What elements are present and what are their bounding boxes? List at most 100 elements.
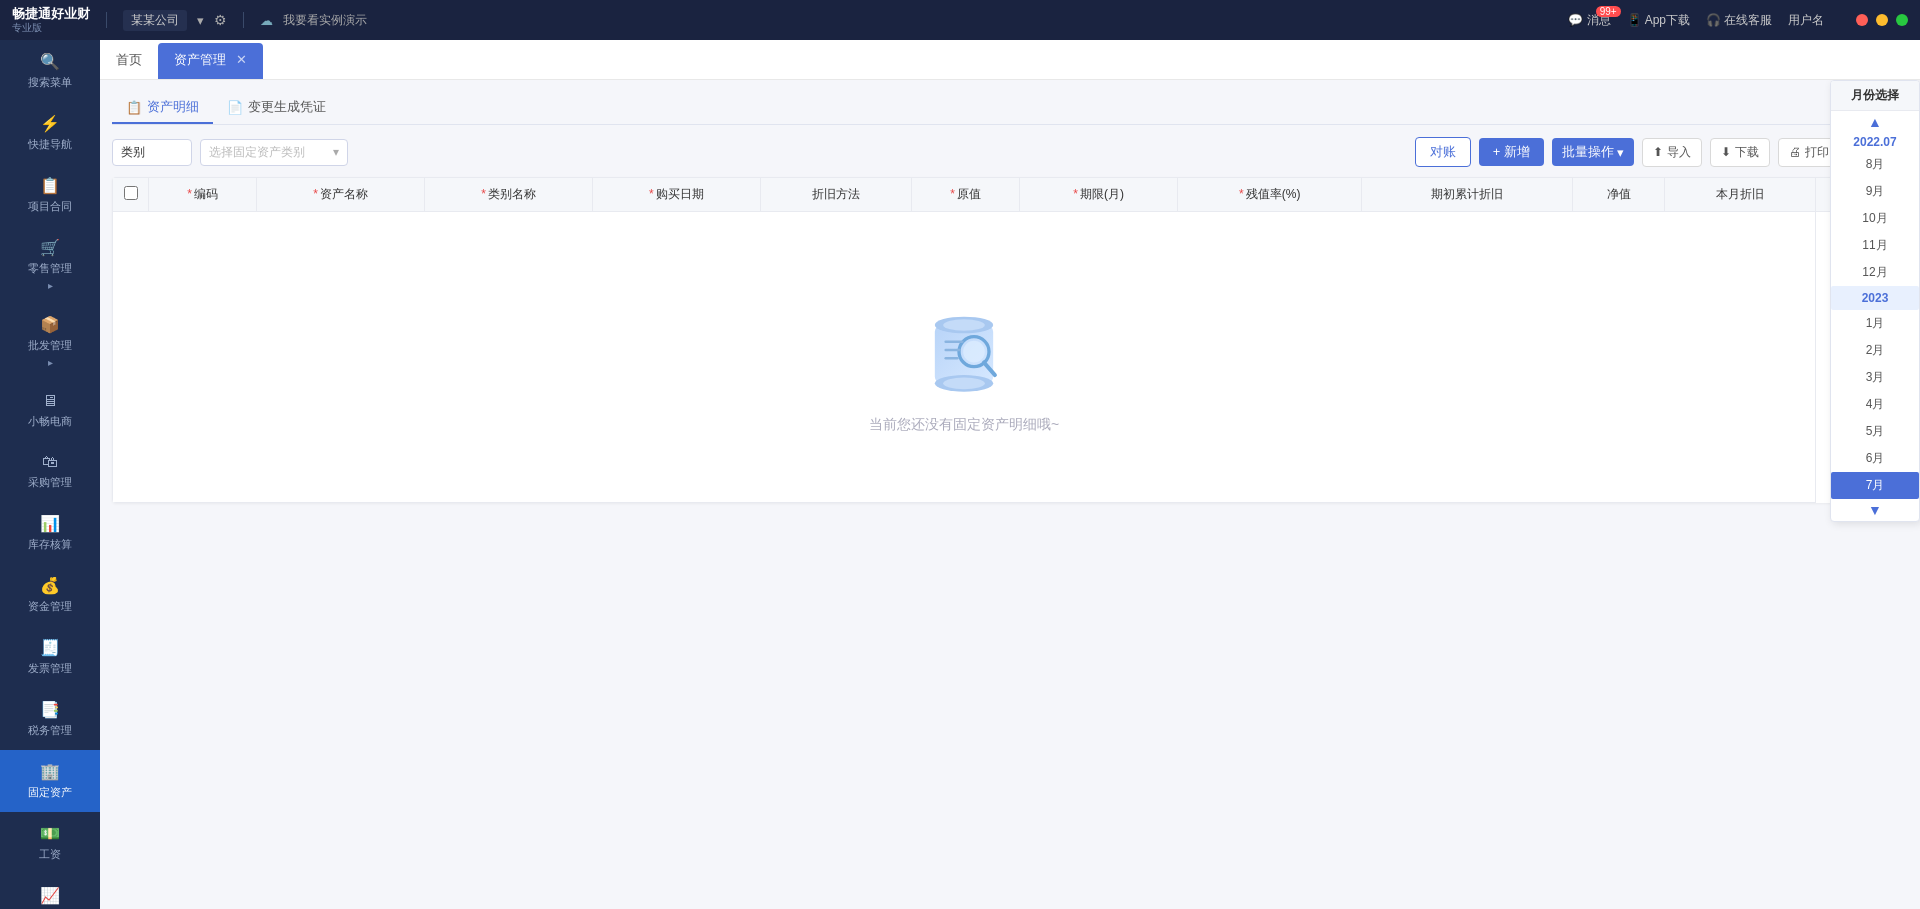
add-button[interactable]: + 新增 (1479, 138, 1544, 166)
online-service-button[interactable]: 🎧 在线客服 (1706, 12, 1772, 29)
tab-close-icon[interactable]: ✕ (236, 52, 247, 67)
subtab-asset-detail[interactable]: 📋 资产明细 (112, 92, 213, 124)
search-icon: 🔍 (40, 52, 60, 71)
month-item-mar[interactable]: 3月 (1831, 364, 1919, 391)
retail-arrow-icon: ▸ (48, 280, 53, 291)
sidebar-item-operations[interactable]: 📈 经营管理 (0, 874, 100, 909)
company-selector[interactable]: 某某公司 (123, 10, 187, 31)
svg-point-5 (943, 378, 985, 390)
month-nav-down-icon[interactable]: ▼ (1868, 502, 1882, 518)
reconcile-button[interactable]: 对账 (1415, 137, 1471, 167)
month-item-jan[interactable]: 1月 (1831, 310, 1919, 337)
sidebar-label-tax: 税务管理 (28, 723, 72, 738)
window-maximize-button[interactable] (1896, 14, 1908, 26)
col-accumulated-depreciation: 期初累计折旧 (1362, 178, 1573, 212)
wholesale-arrow-icon: ▸ (48, 357, 53, 368)
message-button[interactable]: 💬 消息 99+ (1568, 12, 1611, 29)
select-all-checkbox[interactable] (124, 186, 138, 200)
col-residual-rate: *残值率(%) (1178, 178, 1362, 212)
table-header-checkbox (113, 178, 149, 212)
sidebar-item-quicknav[interactable]: ⚡ 快捷导航 (0, 102, 100, 164)
col-purchase-date: *购买日期 (592, 178, 760, 212)
operations-icon: 📈 (40, 886, 60, 905)
tab-bar: 首页 资产管理 ✕ (100, 40, 1920, 80)
sidebar-item-finance[interactable]: 💰 资金管理 (0, 564, 100, 626)
window-close-button[interactable] (1856, 14, 1868, 26)
sidebar-item-wholesale[interactable]: 📦 批发管理 ▸ (0, 303, 100, 380)
tab-asset-mgmt[interactable]: 资产管理 ✕ (158, 43, 263, 79)
month-year-label: 2022.07 (1831, 133, 1919, 151)
ecommerce-icon: 🖥 (42, 392, 58, 410)
col-depreciation-method: 折旧方法 (760, 178, 911, 212)
month-nav-up-icon[interactable]: ▲ (1868, 114, 1882, 130)
sidebar-item-invoice[interactable]: 🧾 发票管理 (0, 626, 100, 688)
sidebar: 🔍 搜索菜单 ⚡ 快捷导航 📋 项目合同 🛒 零售管理 ▸ 📦 批发管理 ▸ 🖥… (0, 40, 100, 909)
message-icon: 💬 (1568, 13, 1583, 27)
col-period: *期限(月) (1020, 178, 1178, 212)
app-download-button[interactable]: 📱 App下载 (1627, 12, 1690, 29)
demo-link[interactable]: 我要看实例演示 (283, 12, 367, 29)
topbar-right: 💬 消息 99+ 📱 App下载 🎧 在线客服 用户名 (1568, 12, 1908, 29)
app-logo-text: 畅捷通好业财 (12, 6, 90, 22)
month-item-jun[interactable]: 6月 (1831, 445, 1919, 472)
print-icon: 🖨 (1789, 145, 1801, 159)
empty-cell: 当前您还没有固定资产明细哦~ (113, 212, 1816, 503)
sidebar-item-retail[interactable]: 🛒 零售管理 ▸ (0, 226, 100, 303)
month-item-feb[interactable]: 2月 (1831, 337, 1919, 364)
sidebar-item-ecommerce[interactable]: 🖥 小畅电商 (0, 380, 100, 441)
tab-home[interactable]: 首页 (100, 43, 158, 79)
invoice-icon: 🧾 (40, 638, 60, 657)
month-item-dec[interactable]: 12月 (1831, 259, 1919, 286)
sidebar-label-project: 项目合同 (28, 199, 72, 214)
wholesale-icon: 📦 (40, 315, 60, 334)
purchase-icon: 🛍 (42, 453, 58, 471)
category-filter-select[interactable]: 选择固定资产类别 ▾ (200, 139, 348, 166)
page-content: 📋 资产明细 📄 变更生成凭证 类别 选择固定资产类别 ▾ (100, 80, 1920, 909)
asset-table: *编码 *资产名称 *类别名称 *购买日期 折旧方法 *原值 *期限(月) *残… (112, 177, 1908, 503)
month-picker-panel: 月份选择 ▲ 2022.07 8月 9月 10月 11月 12月 2023 1月… (1830, 80, 1920, 522)
company-dropdown-icon[interactable]: ▾ (197, 13, 204, 28)
month-year-badge: 2023 (1831, 286, 1919, 310)
user-info[interactable]: 用户名 (1788, 12, 1824, 29)
sidebar-label-wholesale: 批发管理 (28, 338, 72, 353)
window-minimize-button[interactable] (1876, 14, 1888, 26)
sidebar-item-search[interactable]: 🔍 搜索菜单 (0, 40, 100, 102)
filter-dropdown-icon: ▾ (333, 145, 339, 159)
download-icon: ⬇ (1721, 145, 1731, 159)
month-item-apr[interactable]: 4月 (1831, 391, 1919, 418)
import-button[interactable]: ⬆ 导入 (1642, 138, 1702, 167)
col-category: *类别名称 (425, 178, 593, 212)
download-button[interactable]: ⬇ 下载 (1710, 138, 1770, 167)
change-voucher-icon: 📄 (227, 100, 243, 115)
sidebar-item-payroll[interactable]: 💵 工资 (0, 812, 100, 874)
sidebar-label-purchase: 采购管理 (28, 475, 72, 490)
topbar-left: 畅捷通好业财 专业版 某某公司 ▾ ⚙ ☁ 我要看实例演示 (12, 6, 367, 34)
sidebar-item-purchase[interactable]: 🛍 采购管理 (0, 441, 100, 502)
subtab-change-voucher[interactable]: 📄 变更生成凭证 (213, 92, 340, 124)
sidebar-item-tax[interactable]: 📑 税务管理 (0, 688, 100, 750)
sidebar-item-project[interactable]: 📋 项目合同 (0, 164, 100, 226)
settings-icon[interactable]: ⚙ (214, 12, 227, 28)
batch-operations-button[interactable]: 批量操作 ▾ (1552, 138, 1634, 166)
sidebar-label-search: 搜索菜单 (28, 75, 72, 90)
month-nav-year: ▲ (1831, 111, 1919, 133)
quicknav-icon: ⚡ (40, 114, 60, 133)
month-item-nov[interactable]: 11月 (1831, 232, 1919, 259)
sidebar-item-fixed-assets[interactable]: 🏢 固定资产 (0, 750, 100, 812)
month-item-aug[interactable]: 8月 (1831, 151, 1919, 178)
main-layout: 🔍 搜索菜单 ⚡ 快捷导航 📋 项目合同 🛒 零售管理 ▸ 📦 批发管理 ▸ 🖥… (0, 40, 1920, 909)
month-item-oct[interactable]: 10月 (1831, 205, 1919, 232)
sidebar-item-inventory[interactable]: 📊 库存核算 (0, 502, 100, 564)
sidebar-label-inventory: 库存核算 (28, 537, 72, 552)
asset-detail-icon: 📋 (126, 100, 142, 115)
col-original-value: *原值 (911, 178, 1019, 212)
app-logo-sub: 专业版 (12, 22, 90, 34)
category-filter-label: 类别 (112, 139, 192, 166)
month-item-jul[interactable]: 7月 (1831, 472, 1919, 499)
month-item-may[interactable]: 5月 (1831, 418, 1919, 445)
sidebar-label-invoice: 发票管理 (28, 661, 72, 676)
month-item-sep[interactable]: 9月 (1831, 178, 1919, 205)
col-monthly-depreciation: 本月折旧 (1664, 178, 1815, 212)
table-empty-row: 当前您还没有固定资产明细哦~ (113, 212, 1908, 503)
finance-icon: 💰 (40, 576, 60, 595)
